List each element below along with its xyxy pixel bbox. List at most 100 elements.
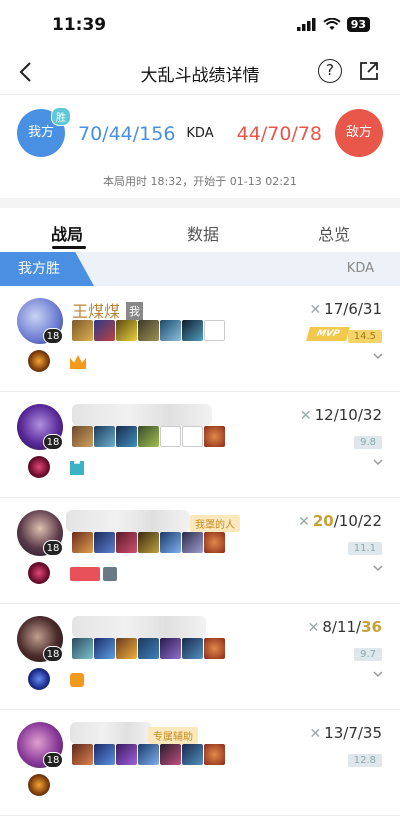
chevron-down-icon[interactable] [372, 562, 384, 574]
item-list [72, 532, 225, 553]
item-icon [116, 744, 137, 765]
rook-badge-icon [70, 461, 84, 475]
empty-item-slot [182, 426, 203, 447]
summoner-spell-icon [28, 562, 50, 584]
swords-icon: ✕ [309, 726, 322, 742]
item-icon [72, 532, 93, 553]
item-icon [138, 532, 159, 553]
nav-bar: 大乱斗战绩详情 ? [0, 50, 400, 94]
blurred-player-name [72, 616, 206, 638]
team-header-kda-label: KDA [346, 261, 374, 276]
player-kda: ✕ 13/7/35 [309, 724, 382, 742]
player-row[interactable]: 18 我罩的人 ✕ 20/10/22 11.1 [0, 498, 400, 604]
score-panel: 我方 胜 70/44/156 KDA 44/70/78 敌方 本局用时 18:3… [0, 94, 400, 198]
item-icon [204, 426, 225, 447]
item-icon [94, 638, 115, 659]
item-list [72, 744, 225, 765]
player-row[interactable]: 18 王煤煤我 ✕ 17/6/31 MVP 14.5 [0, 286, 400, 392]
item-icon [72, 744, 93, 765]
item-icon [116, 532, 137, 553]
player-row[interactable]: 18 ✕ 12/10/32 9.8 [0, 392, 400, 498]
item-icon [72, 320, 93, 341]
player-score: 11.1 [347, 542, 382, 555]
item-icon [138, 320, 159, 341]
level-badge: 18 [43, 540, 63, 556]
player-row[interactable]: 18 ✕ 8/11/36 9.7 [0, 604, 400, 710]
item-icon [94, 426, 115, 447]
me-tag: 我 [126, 302, 144, 320]
level-badge: 18 [43, 328, 63, 344]
level-badge: 18 [43, 646, 63, 662]
player-kda: ✕ 20/10/22 [298, 512, 382, 530]
player-kda: ✕ 17/6/31 [309, 300, 382, 318]
chevron-down-icon[interactable] [372, 350, 384, 362]
item-list [72, 320, 225, 341]
status-time: 11:39 [52, 15, 107, 35]
item-list [72, 426, 225, 447]
item-icon [116, 426, 137, 447]
chevron-down-icon[interactable] [372, 668, 384, 680]
empty-item-slot [204, 320, 225, 341]
blurred-player-name [66, 510, 190, 532]
item-icon [160, 532, 181, 553]
player-score: 12.8 [347, 754, 382, 767]
blurred-player-name [70, 722, 152, 744]
win-badge: 胜 [51, 107, 71, 126]
swords-icon: ✕ [307, 620, 320, 636]
crown-badge-icon [70, 355, 86, 369]
share-icon[interactable] [358, 60, 380, 82]
item-icon [204, 532, 225, 553]
chevron-down-icon[interactable] [372, 456, 384, 468]
item-icon [116, 320, 137, 341]
item-icon [94, 320, 115, 341]
summoner-spell-icon [28, 350, 50, 372]
enemy-team-circle: 敌方 [335, 109, 383, 157]
item-icon [116, 638, 137, 659]
empty-item-slot [160, 426, 181, 447]
item-icon [138, 744, 159, 765]
item-icon [138, 426, 159, 447]
wifi-icon [323, 18, 341, 30]
item-icon [94, 744, 115, 765]
status-bar: 11:39 93 [0, 0, 400, 50]
summoner-spell-icon [28, 774, 50, 796]
player-score: 14.5 [347, 330, 382, 343]
level-badge: 18 [43, 752, 63, 768]
mvp-badge: MVP [306, 327, 350, 341]
battery-indicator: 93 [346, 17, 370, 32]
relation-tag: 我罩的人 [190, 515, 240, 532]
section-divider [0, 198, 400, 208]
player-score: 9.7 [354, 648, 382, 661]
tab-battle[interactable]: 战局 [51, 221, 83, 245]
summoner-spell-icon [28, 456, 50, 478]
signal-icon [296, 18, 316, 31]
item-icon [204, 638, 225, 659]
player-kda: ✕ 8/11/36 [307, 618, 382, 636]
tab-overview[interactable]: 总览 [318, 221, 350, 245]
red-badge-icon [70, 567, 100, 581]
item-icon [160, 638, 181, 659]
item-list [72, 638, 225, 659]
item-icon [204, 744, 225, 765]
swords-icon: ✕ [298, 514, 310, 530]
swords-icon: ✕ [299, 408, 312, 424]
item-icon [182, 744, 203, 765]
item-icon [72, 638, 93, 659]
item-icon [94, 532, 115, 553]
match-time-info: 本局用时 18:32，开始于 01-13 02:21 [103, 175, 297, 188]
item-icon [182, 638, 203, 659]
tab-data[interactable]: 数据 [187, 221, 219, 245]
dark-badge-icon [103, 567, 117, 581]
player-row[interactable]: 18 专属辅助 ✕ 13/7/35 12.8 [0, 710, 400, 816]
summoner-spell-icon [28, 668, 50, 690]
level-badge: 18 [43, 434, 63, 450]
player-kda: ✕ 12/10/32 [299, 406, 382, 424]
item-icon [160, 320, 181, 341]
player-score: 9.8 [354, 436, 382, 449]
item-icon [138, 638, 159, 659]
item-icon [72, 426, 93, 447]
help-icon[interactable]: ? [318, 59, 342, 83]
blurred-player-name [72, 404, 212, 426]
player-name: 王煤煤我 [72, 298, 144, 322]
team-header: 我方胜 KDA [0, 252, 400, 286]
